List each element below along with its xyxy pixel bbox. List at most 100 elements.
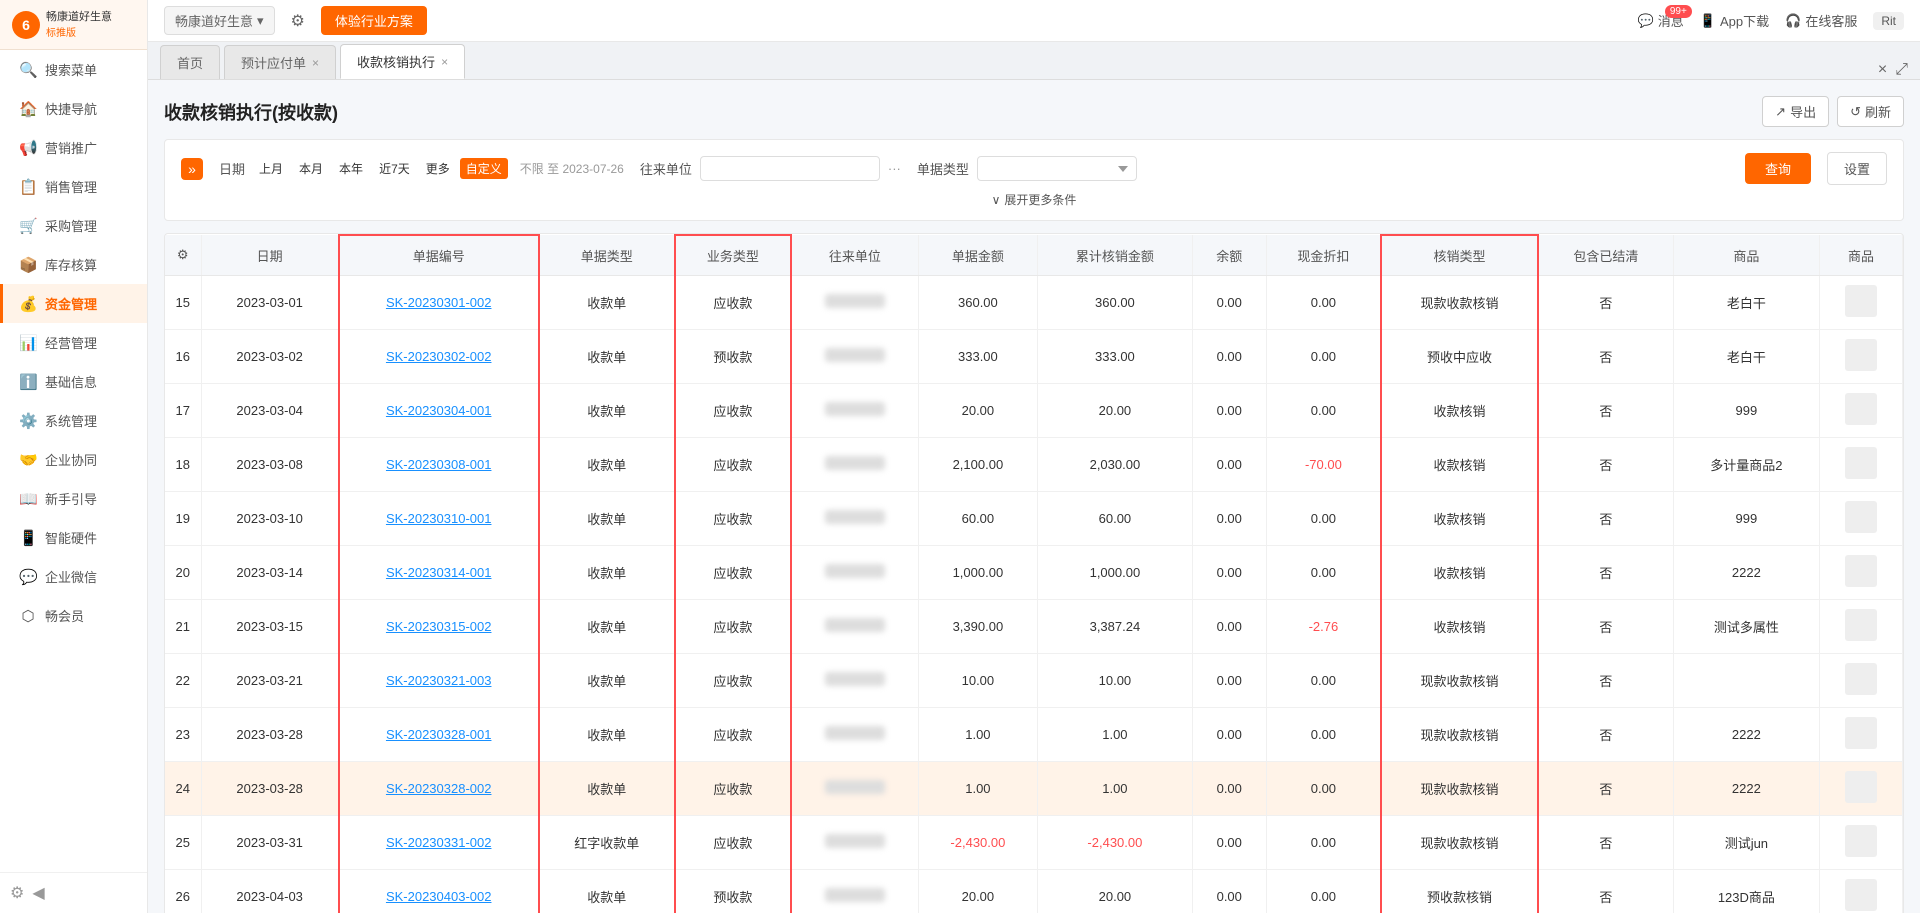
filter-doctype-select[interactable]	[977, 156, 1137, 181]
cell-core-type-4: 收款核销	[1381, 492, 1538, 546]
th-cash-discount: 现金折扣	[1266, 235, 1381, 276]
counterparty-dots: ···	[888, 161, 901, 176]
date-this-month-btn[interactable]: 本月	[293, 158, 329, 179]
cell-balance-4: 0.00	[1192, 492, 1266, 546]
cell-counterparty-5	[791, 546, 919, 600]
topbar: 畅康道好生意 ▾ ⚙ 体验行业方案 💬 消息 99+ 📱 App下载 🎧 在线客…	[148, 0, 1920, 42]
window-expand-icon[interactable]: ⤢	[1895, 61, 1908, 79]
goods-thumbnail-0	[1845, 285, 1877, 317]
cell-date-7: 2023-03-21	[201, 654, 339, 708]
table-row: 15 2023-03-01 SK-20230301-002 收款单 应收款 36…	[165, 276, 1903, 330]
singleno-link-8[interactable]: SK-20230328-001	[386, 727, 492, 742]
cell-num-11: 26	[165, 870, 201, 913]
expand-more-button[interactable]: ∨ 展开更多条件	[992, 191, 1077, 208]
refresh-button[interactable]: ↺ 刷新	[1837, 96, 1904, 127]
cell-cash-discount-8: 0.00	[1266, 708, 1381, 762]
online-service-button[interactable]: 🎧 在线客服	[1785, 11, 1857, 30]
th-include-cleared: 包含已结清	[1538, 235, 1674, 276]
sidebar-item-smart-hw[interactable]: 📱智能硬件	[0, 518, 147, 557]
sidebar-item-vip[interactable]: ⬡畅会员	[0, 596, 147, 635]
sidebar-item-basic-info[interactable]: ℹ️基础信息	[0, 362, 147, 401]
table-row: 21 2023-03-15 SK-20230315-002 收款单 应收款 3,…	[165, 600, 1903, 654]
sidebar-item-operation[interactable]: 📊 经营管理	[0, 323, 147, 362]
sidebar-item-quick-nav[interactable]: 🏠快捷导航	[0, 89, 147, 128]
singleno-link-4[interactable]: SK-20230310-001	[386, 511, 492, 526]
cell-balance-7: 0.00	[1192, 654, 1266, 708]
sidebar-item-marketing[interactable]: 📢营销推广	[0, 128, 147, 167]
sidebar-item-enterprise-wx[interactable]: 💬企业微信	[0, 557, 147, 596]
sidebar-item-finance[interactable]: 💰资金管理	[0, 284, 147, 323]
window-close-icon[interactable]: ×	[1878, 61, 1887, 79]
singleno-link-10[interactable]: SK-20230331-002	[386, 835, 492, 850]
filter-counterparty-input[interactable]	[700, 156, 880, 181]
sidebar-menu: 🔍搜索菜单🏠快捷导航📢营销推广📋销售管理🛒采购管理📦库存核算💰资金管理 📊 经营管理…	[0, 50, 147, 872]
cell-goods-4: 999	[1673, 492, 1819, 546]
singleno-link-5[interactable]: SK-20230314-001	[386, 565, 492, 580]
industry-solution-button[interactable]: 体验行业方案	[321, 6, 427, 35]
message-button[interactable]: 💬 消息 99+	[1638, 11, 1684, 30]
sidebar-item-label-sales: 销售管理	[45, 177, 97, 196]
expand-more-label: 展开更多条件	[1004, 191, 1076, 208]
cell-balance-9: 0.00	[1192, 762, 1266, 816]
table-row: 26 2023-04-03 SK-20230403-002 收款单 预收款 20…	[165, 870, 1903, 913]
sidebar-item-search-menu[interactable]: 🔍搜索菜单	[0, 50, 147, 89]
singleno-link-3[interactable]: SK-20230308-001	[386, 457, 492, 472]
cell-date-3: 2023-03-08	[201, 438, 339, 492]
th-amount: 单据金额	[918, 235, 1037, 276]
operation-icon: 📊	[19, 334, 37, 352]
th-settings[interactable]: ⚙	[165, 235, 201, 276]
th-goods-img: 商品	[1819, 235, 1902, 276]
tab-home[interactable]: 首页	[160, 45, 220, 79]
singleno-link-1[interactable]: SK-20230302-002	[386, 349, 492, 364]
settings-gear-icon[interactable]: ⚙	[287, 7, 309, 35]
cell-date-1: 2023-03-02	[201, 330, 339, 384]
filter-expand-button[interactable]: »	[181, 158, 203, 180]
user-info[interactable]: Rit	[1873, 12, 1904, 30]
cell-biz-type-9: 应收款	[675, 762, 791, 816]
singleno-link-0[interactable]: SK-20230301-002	[386, 295, 492, 310]
cell-balance-0: 0.00	[1192, 276, 1266, 330]
sidebar-item-system[interactable]: ⚙️系统管理	[0, 401, 147, 440]
singleno-link-7[interactable]: SK-20230321-003	[386, 673, 492, 688]
cell-num-10: 25	[165, 816, 201, 870]
sidebar-item-inventory[interactable]: 📦库存核算	[0, 245, 147, 284]
sidebar-item-enterprise-coop[interactable]: 🤝企业协同	[0, 440, 147, 479]
cell-goods-img-10	[1819, 816, 1902, 870]
table-row: 17 2023-03-04 SK-20230304-001 收款单 应收款 20…	[165, 384, 1903, 438]
tab-receipt-exec-close[interactable]: ×	[441, 55, 448, 69]
sidebar-item-purchase[interactable]: 🛒采购管理	[0, 206, 147, 245]
app-download-button[interactable]: 📱 App下载	[1700, 11, 1769, 30]
singleno-link-11[interactable]: SK-20230403-002	[386, 889, 492, 904]
tab-pre-invoice[interactable]: 预计应付单 ×	[224, 45, 336, 79]
filter-settings-button[interactable]: 设置	[1827, 152, 1887, 185]
basic-info-icon: ℹ️	[19, 373, 37, 391]
table-row: 18 2023-03-08 SK-20230308-001 收款单 应收款 2,…	[165, 438, 1903, 492]
date-more-btn[interactable]: 更多	[420, 158, 456, 179]
company-dropdown[interactable]: 畅康道好生意 ▾	[164, 6, 275, 35]
singleno-link-6[interactable]: SK-20230315-002	[386, 619, 492, 634]
singleno-link-2[interactable]: SK-20230304-001	[386, 403, 492, 418]
cell-singleno-8: SK-20230328-001	[339, 708, 539, 762]
filter-row: » 日期 上月 本月 本年 近7天 更多 自定义 不限 至 2023-07-26…	[181, 152, 1887, 185]
cell-cash-discount-9: 0.00	[1266, 762, 1381, 816]
date-custom-btn[interactable]: 自定义	[460, 158, 508, 179]
sidebar-item-sales[interactable]: 📋销售管理	[0, 167, 147, 206]
tab-receipt-exec[interactable]: 收款核销执行 ×	[340, 44, 465, 79]
sidebar-item-guide[interactable]: 📖新手引导	[0, 479, 147, 518]
sidebar-item-label-operation: 经营管理	[45, 333, 97, 352]
date-this-year-btn[interactable]: 本年	[333, 158, 369, 179]
tab-pre-invoice-close[interactable]: ×	[312, 56, 319, 70]
singleno-link-9[interactable]: SK-20230328-002	[386, 781, 492, 796]
export-button[interactable]: ↗ 导出	[1762, 96, 1829, 127]
cell-verified-7: 10.00	[1037, 654, 1192, 708]
settings-bottom-icon[interactable]: ⚙	[10, 883, 24, 903]
cell-amount-7: 10.00	[918, 654, 1037, 708]
cell-cash-discount-6: -2.76	[1266, 600, 1381, 654]
smart-hw-icon: 📱	[19, 529, 37, 547]
cell-single-type-7: 收款单	[539, 654, 675, 708]
query-button[interactable]: 查询	[1745, 153, 1811, 184]
date-7days-btn[interactable]: 近7天	[373, 158, 416, 179]
table-scroll[interactable]: ⚙ 日期 单据编号 单据类型 业务类型 往来单位 单据金额 累计核销金额 余额 …	[165, 234, 1903, 913]
date-prev-month-btn[interactable]: 上月	[253, 158, 289, 179]
collapse-icon[interactable]: ◀	[32, 883, 44, 903]
